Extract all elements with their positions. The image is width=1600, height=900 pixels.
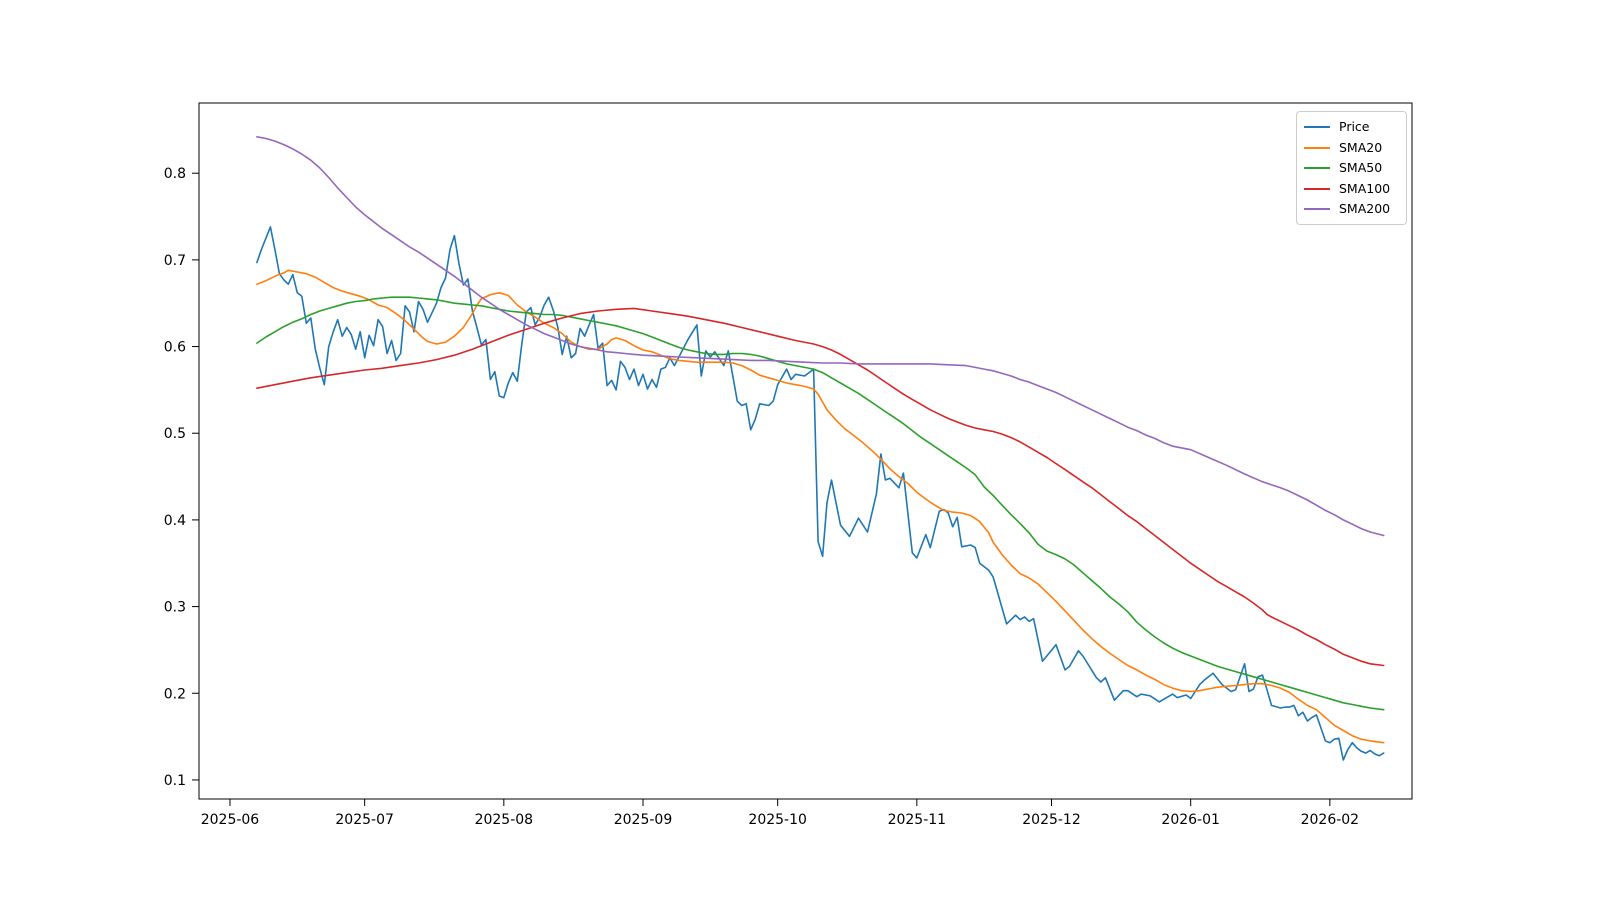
series-sma200 [256, 136, 1385, 537]
x-tick-label: 2025-09 [614, 812, 673, 828]
y-tick-label: 0.1 [164, 773, 186, 789]
x-tick-label: 2025-10 [748, 812, 807, 828]
legend-item-label: SMA200 [1339, 201, 1391, 216]
y-tick-label: 0.5 [164, 426, 186, 442]
y-tick-label: 0.2 [164, 686, 186, 702]
legend-item-sma200: SMA200 [1304, 199, 1398, 220]
y-axis: 0.1 0.2 0.3 0.4 0.5 0.6 0.7 0.8 [164, 166, 199, 789]
legend-line-swatch [1304, 208, 1330, 211]
y-tick-label: 0.7 [164, 253, 186, 269]
y-tick-label: 0.4 [164, 513, 186, 529]
y-tick-label: 0.3 [164, 600, 186, 616]
x-tick-label: 2025-12 [1022, 812, 1081, 828]
x-tick-label: 2025-07 [335, 812, 394, 828]
x-tick-label: 2025-08 [475, 812, 534, 828]
legend-item-sma20: SMA20 [1304, 138, 1398, 159]
y-tick-label: 0.6 [164, 340, 186, 356]
series-sma100 [256, 307, 1385, 667]
legend-line-swatch [1304, 126, 1330, 129]
x-tick-label: 2025-11 [888, 812, 947, 828]
plot-border [198, 102, 1413, 800]
legend: Price SMA20 SMA50 SMA100 SMA200 [1296, 111, 1407, 225]
x-tick-label: 2026-01 [1161, 812, 1220, 828]
legend-item-label: SMA50 [1339, 160, 1383, 175]
series-price [256, 226, 1385, 761]
x-axis: 2025-06 2025-07 2025-08 2025-09 2025-10 2025-… [201, 799, 1359, 828]
x-tick-label: 2026-02 [1301, 812, 1360, 828]
legend-line-swatch [1304, 146, 1330, 149]
series-sma50 [256, 296, 1385, 711]
legend-item-sma100: SMA100 [1304, 179, 1398, 200]
legend-item-sma50: SMA50 [1304, 158, 1398, 179]
legend-item-label: SMA20 [1339, 139, 1383, 155]
legend-item-label: Price [1339, 119, 1370, 134]
legend-line-swatch [1304, 167, 1330, 170]
legend-item-price: Price [1304, 117, 1398, 138]
series-sma20 [256, 269, 1385, 744]
figure-canvas: 2025-06 2025-07 2025-08 2025-09 2025-10 2025-… [0, 0, 1600, 900]
legend-item-label: SMA100 [1339, 180, 1391, 196]
y-tick-label: 0.8 [164, 166, 186, 182]
x-tick-label: 2025-06 [201, 812, 260, 828]
legend-line-swatch [1304, 187, 1330, 190]
